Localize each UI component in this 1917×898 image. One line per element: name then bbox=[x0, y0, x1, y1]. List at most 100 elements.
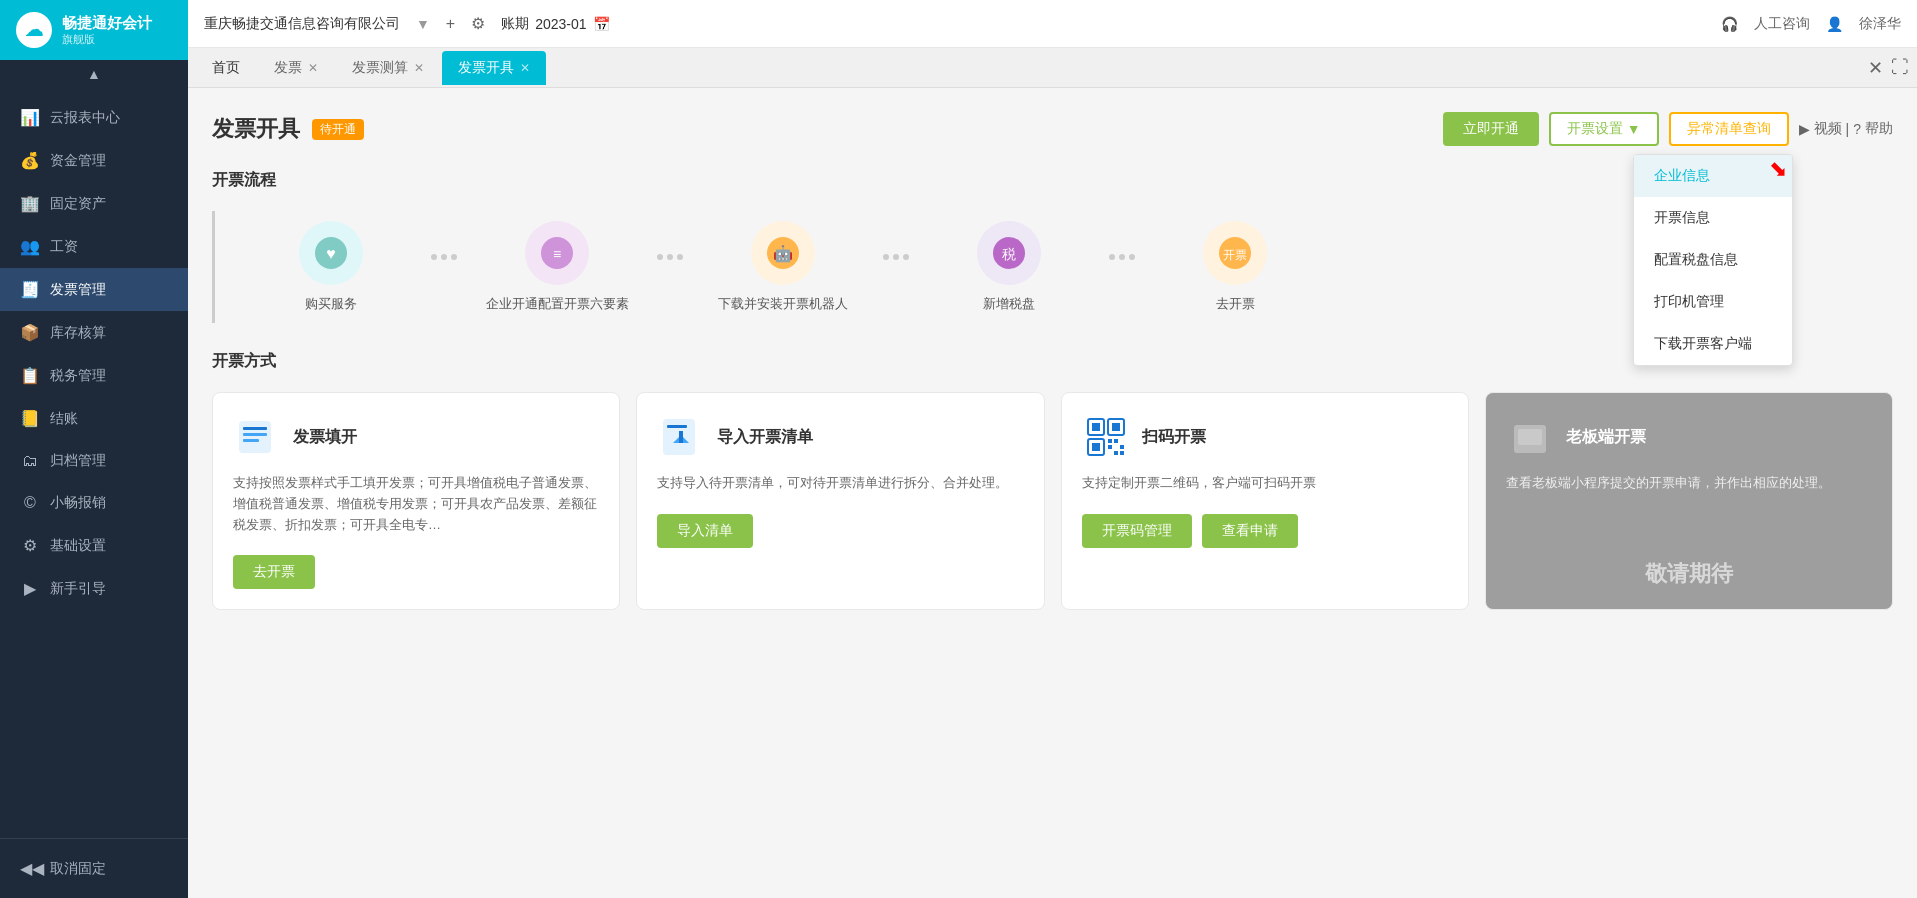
method-boss-desc: 查看老板端小程序提交的开票申请，并作出相应的处理。 bbox=[1506, 473, 1872, 494]
content-area: 发票开具 待开通 立即开通 开票设置 ▼ 异常清单查询 ▶ 视频 | ? 帮助 bbox=[188, 88, 1917, 898]
method-import-button[interactable]: 导入清单 bbox=[657, 514, 753, 548]
sidebar-item-jiezhang[interactable]: 📒 结账 bbox=[0, 397, 188, 440]
flow-step-2: ≡ 企业开通配置开票六要素 bbox=[457, 221, 657, 313]
sidebar-label-kucun: 库存核算 bbox=[50, 324, 106, 342]
separator: | bbox=[1846, 121, 1850, 137]
method-boss-header: 老板端开票 bbox=[1506, 413, 1872, 461]
sidebar-item-gongzi[interactable]: 👥 工资 bbox=[0, 225, 188, 268]
flow-step-icon-5: 开票 bbox=[1203, 221, 1267, 285]
flow-dots-1 bbox=[431, 254, 457, 280]
method-scan-icon bbox=[1082, 413, 1130, 461]
sidebar-icon-xinshouyindao: ▶ bbox=[20, 579, 40, 598]
sidebar-item-fapiaogluan[interactable]: 🧾 发票管理 bbox=[0, 268, 188, 311]
tab-fapiao-close[interactable]: ✕ bbox=[308, 61, 318, 75]
sidebar-scroll-up[interactable]: ▲ bbox=[0, 60, 188, 88]
sidebar-item-gudingzichan[interactable]: 🏢 固定资产 bbox=[0, 182, 188, 225]
flow-step-label-4: 新增税盘 bbox=[983, 295, 1035, 313]
method-scan-title: 扫码开票 bbox=[1142, 427, 1206, 448]
svg-text:≡: ≡ bbox=[553, 246, 561, 262]
company-dropdown-icon[interactable]: ▼ bbox=[416, 16, 430, 32]
method-scan-view-button[interactable]: 查看申请 bbox=[1202, 514, 1298, 548]
svg-rect-15 bbox=[667, 425, 687, 428]
dropdown-item-peizhi[interactable]: 配置税盘信息 bbox=[1634, 239, 1792, 281]
sidebar-label-gongzi: 工资 bbox=[50, 238, 78, 256]
tab-fapiaosuanfa[interactable]: 发票测算 ✕ bbox=[336, 51, 440, 85]
sidebar-icon-jichushezhi: ⚙ bbox=[20, 536, 40, 555]
settings-dropdown-menu: 企业信息 开票信息 配置税盘信息 打印机管理 下载开票客户端 bbox=[1633, 154, 1793, 366]
sidebar-label-xiaochang: 小畅报销 bbox=[50, 494, 106, 512]
page-header: 发票开具 待开通 立即开通 开票设置 ▼ 异常清单查询 ▶ 视频 | ? 帮助 bbox=[212, 112, 1893, 146]
topbar-right: 🎧 人工咨询 👤 徐泽华 bbox=[1721, 15, 1901, 33]
method-boss-overlay: 敬请期待 bbox=[1506, 559, 1872, 589]
topbar: 重庆畅捷交通信息咨询有限公司 ▼ + ⚙ 账期 2023-01 📅 🎧 人工咨询… bbox=[188, 0, 1917, 48]
tab-fapiaosuanfa-close[interactable]: ✕ bbox=[414, 61, 424, 75]
tab-fapiao-label: 发票 bbox=[274, 59, 302, 77]
sidebar-item-kucun[interactable]: 📦 库存核算 bbox=[0, 311, 188, 354]
svg-rect-31 bbox=[1518, 429, 1542, 445]
method-boss-title: 老板端开票 bbox=[1566, 427, 1646, 448]
method-scan-qr-button[interactable]: 开票码管理 bbox=[1082, 514, 1192, 548]
sidebar-label-shuiwu: 税务管理 bbox=[50, 367, 106, 385]
tab-expand-icon[interactable]: ⛶ bbox=[1891, 57, 1909, 79]
topbar-period: 账期 2023-01 📅 bbox=[501, 15, 609, 33]
sidebar-label-fapiaogluan: 发票管理 bbox=[50, 281, 106, 299]
support-label[interactable]: 人工咨询 bbox=[1754, 15, 1810, 33]
sidebar-logo: ☁ 畅捷通好会计 旗舰版 bbox=[0, 0, 188, 60]
sidebar-item-zijin[interactable]: 💰 资金管理 bbox=[0, 139, 188, 182]
method-card-scan: 扫码开票 支持定制开票二维码，客户端可扫码开票 开票码管理 查看申请 bbox=[1061, 392, 1469, 610]
sidebar-item-guidang[interactable]: 🗂 归档管理 bbox=[0, 440, 188, 482]
dropdown-item-kaipiaoxinxi[interactable]: 开票信息 bbox=[1634, 197, 1792, 239]
method-scan-actions: 开票码管理 查看申请 bbox=[1082, 514, 1448, 548]
video-icon: ▶ bbox=[1799, 121, 1810, 137]
tabbar-controls: ✕ ⛶ bbox=[1868, 57, 1909, 79]
sidebar-icon-kucun: 📦 bbox=[20, 323, 40, 342]
method-import-header: 导入开票清单 bbox=[657, 413, 1023, 461]
sidebar-item-jichushezhi[interactable]: ⚙ 基础设置 bbox=[0, 524, 188, 567]
dropdown-item-dayinji[interactable]: 打印机管理 bbox=[1634, 281, 1792, 323]
method-card-boss: 老板端开票 查看老板端小程序提交的开票申请，并作出相应的处理。 敬请期待 bbox=[1485, 392, 1893, 610]
user-name: 徐泽华 bbox=[1859, 15, 1901, 33]
svg-rect-25 bbox=[1114, 439, 1118, 443]
sidebar-item-xinshouyindao[interactable]: ▶ 新手引导 bbox=[0, 567, 188, 610]
logo-icon: ☁ bbox=[16, 12, 52, 48]
flow-step-icon-2: ≡ bbox=[525, 221, 589, 285]
sidebar-icon-yunbao: 📊 bbox=[20, 108, 40, 127]
sidebar-item-cancel-fixed[interactable]: ◀◀ 取消固定 bbox=[0, 847, 188, 890]
method-import-title: 导入开票清单 bbox=[717, 427, 813, 448]
tab-fapiaokaioju[interactable]: 发票开具 ✕ bbox=[442, 51, 546, 85]
topbar-plus-icon[interactable]: + bbox=[446, 15, 455, 33]
sidebar-label-gudingzichan: 固定资产 bbox=[50, 195, 106, 213]
method-fill-icon bbox=[233, 413, 281, 461]
dropdown-item-xiazai[interactable]: 下载开票客户端 bbox=[1634, 323, 1792, 365]
svg-rect-13 bbox=[243, 439, 259, 442]
abnormal-button[interactable]: 异常清单查询 bbox=[1669, 112, 1789, 146]
svg-rect-28 bbox=[1114, 451, 1118, 455]
methods-grid: 发票填开 支持按照发票样式手工填开发票；可开具增值税电子普通发票、增值税普通发票… bbox=[212, 392, 1893, 610]
video-label: 视频 bbox=[1814, 120, 1842, 138]
calendar-icon[interactable]: 📅 bbox=[593, 16, 610, 32]
svg-rect-24 bbox=[1108, 439, 1112, 443]
logo-title: 畅捷通好会计 bbox=[62, 13, 152, 33]
tab-home[interactable]: 首页 bbox=[196, 51, 256, 85]
svg-rect-22 bbox=[1092, 443, 1100, 451]
svg-rect-29 bbox=[1120, 451, 1124, 455]
sidebar-label-yunbao: 云报表中心 bbox=[50, 109, 120, 127]
svg-rect-10 bbox=[239, 421, 271, 453]
activate-button[interactable]: 立即开通 bbox=[1443, 112, 1539, 146]
video-button[interactable]: ▶ 视频 | ? 帮助 bbox=[1799, 120, 1893, 138]
flow-step-4: 税 新增税盘 bbox=[909, 221, 1109, 313]
method-fill-goto-button[interactable]: 去开票 bbox=[233, 555, 315, 589]
flow-dots-2 bbox=[657, 254, 683, 280]
sidebar-item-shuiwu[interactable]: 📋 税务管理 bbox=[0, 354, 188, 397]
sidebar-item-yunbao[interactable]: 📊 云报表中心 bbox=[0, 96, 188, 139]
svg-rect-11 bbox=[243, 427, 267, 430]
tab-fapiao[interactable]: 发票 ✕ bbox=[258, 51, 334, 85]
tab-fapiaokaioju-close[interactable]: ✕ bbox=[520, 61, 530, 75]
tab-close-icon[interactable]: ✕ bbox=[1868, 57, 1883, 79]
sidebar-icon-gudingzichan: 🏢 bbox=[20, 194, 40, 213]
sidebar-item-xiaochang[interactable]: © 小畅报销 bbox=[0, 482, 188, 524]
tabbar: 首页 发票 ✕ 发票测算 ✕ 发票开具 ✕ ✕ ⛶ bbox=[188, 48, 1917, 88]
topbar-settings-icon[interactable]: ⚙ bbox=[471, 14, 485, 33]
flow-dots-3 bbox=[883, 254, 909, 280]
settings-button[interactable]: 开票设置 ▼ bbox=[1549, 112, 1659, 146]
